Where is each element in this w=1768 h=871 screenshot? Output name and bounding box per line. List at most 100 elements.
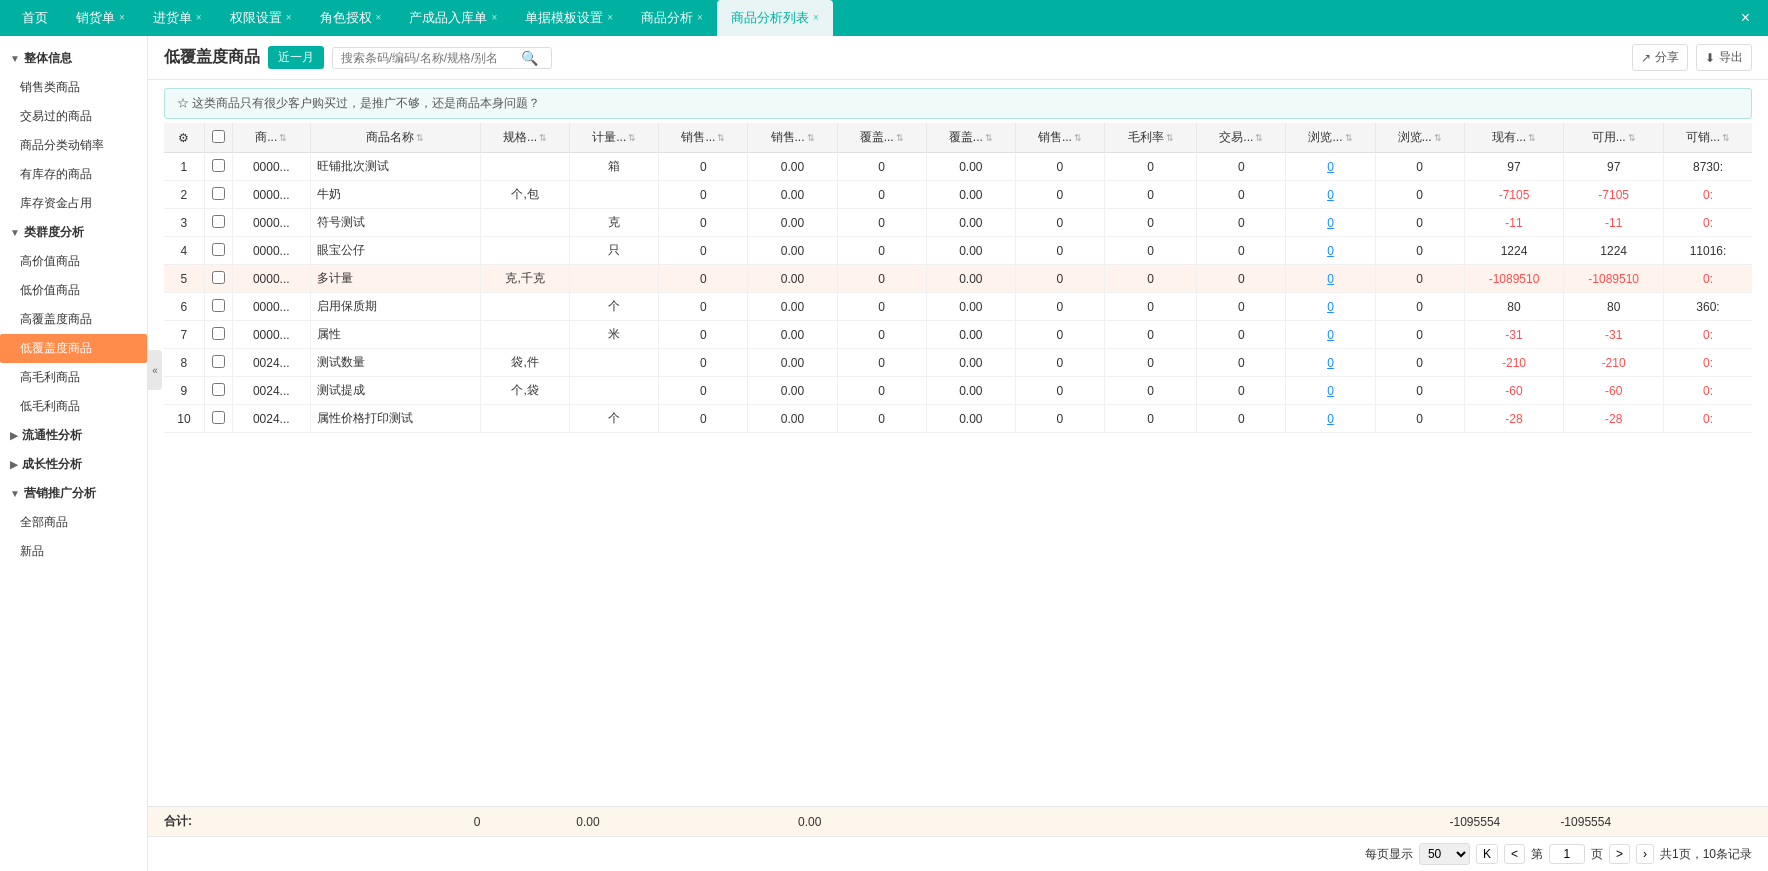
nav-production-close[interactable]: × bbox=[491, 0, 497, 36]
td-browse1[interactable]: 0 bbox=[1286, 293, 1375, 321]
nav-analysis-list-close[interactable]: × bbox=[813, 0, 819, 36]
sidebar-section-group[interactable]: ▼ 类群度分析 bbox=[0, 218, 147, 247]
nav-sales-close[interactable]: × bbox=[119, 0, 125, 36]
td-s1: 0 bbox=[659, 265, 748, 293]
nav-roles-close[interactable]: × bbox=[376, 0, 382, 36]
td-s3: 0 bbox=[1015, 209, 1104, 237]
nav-template[interactable]: 单据模板设置 × bbox=[511, 0, 627, 36]
search-input[interactable] bbox=[341, 51, 521, 65]
nav-permissions-close[interactable]: × bbox=[286, 0, 292, 36]
td-browse1[interactable]: 0 bbox=[1286, 209, 1375, 237]
th-unit[interactable]: 计量...⇅ bbox=[570, 123, 659, 153]
th-name[interactable]: 商品名称⇅ bbox=[310, 123, 480, 153]
sidebar-item-category-rate[interactable]: 商品分类动销率 bbox=[0, 131, 147, 160]
td-checkbox[interactable] bbox=[204, 265, 232, 293]
td-checkbox[interactable] bbox=[204, 209, 232, 237]
search-icon[interactable]: 🔍 bbox=[521, 50, 538, 66]
td-browse1[interactable]: 0 bbox=[1286, 405, 1375, 433]
td-checkbox[interactable] bbox=[204, 293, 232, 321]
td-checkbox[interactable] bbox=[204, 321, 232, 349]
sidebar-item-high-margin[interactable]: 高毛利商品 bbox=[0, 363, 147, 392]
td-browse1[interactable]: 0 bbox=[1286, 181, 1375, 209]
content-area: « 低覆盖度商品 近一月 🔍 ↗ 分享 ⬇ 导出 ☆ 这 bbox=[148, 36, 1768, 871]
sidebar-item-high-value[interactable]: 高价值商品 bbox=[0, 247, 147, 276]
td-gross: 0 bbox=[1105, 377, 1197, 405]
sidebar-item-low-coverage[interactable]: 低覆盖度商品 bbox=[0, 334, 147, 363]
td-browse1[interactable]: 0 bbox=[1286, 153, 1375, 181]
export-button[interactable]: ⬇ 导出 bbox=[1696, 44, 1752, 71]
nav-analysis[interactable]: 商品分析 × bbox=[627, 0, 717, 36]
nav-analysis-list[interactable]: 商品分析列表 × bbox=[717, 0, 833, 36]
th-sales2[interactable]: 销售...⇅ bbox=[748, 123, 837, 153]
sidebar-section-growth[interactable]: ▶ 成长性分析 bbox=[0, 450, 147, 479]
td-checkbox[interactable] bbox=[204, 153, 232, 181]
th-checkbox[interactable] bbox=[204, 123, 232, 153]
sidebar-section-marketing[interactable]: ▼ 营销推广分析 bbox=[0, 479, 147, 508]
sidebar-item-sales-goods[interactable]: 销售类商品 bbox=[0, 73, 147, 102]
th-sales1[interactable]: 销售...⇅ bbox=[659, 123, 748, 153]
td-c1: 0 bbox=[837, 181, 926, 209]
th-browse2[interactable]: 浏览...⇅ bbox=[1375, 123, 1464, 153]
td-s2: 0.00 bbox=[748, 321, 837, 349]
td-tx: 0 bbox=[1197, 349, 1286, 377]
next-page-btn[interactable]: > bbox=[1609, 844, 1630, 864]
sidebar-item-low-value[interactable]: 低价值商品 bbox=[0, 276, 147, 305]
td-browse1[interactable]: 0 bbox=[1286, 265, 1375, 293]
th-cover1[interactable]: 覆盖...⇅ bbox=[837, 123, 926, 153]
table-row: 1 0000... 旺铺批次测试 箱 0 0.00 0 0.00 0 0 0 0… bbox=[164, 153, 1752, 181]
nav-roles[interactable]: 角色授权 × bbox=[306, 0, 396, 36]
td-browse2: 0 bbox=[1375, 321, 1464, 349]
td-checkbox[interactable] bbox=[204, 349, 232, 377]
th-sales3[interactable]: 销售...⇅ bbox=[1015, 123, 1104, 153]
select-all-checkbox[interactable] bbox=[212, 130, 225, 143]
nav-purchase-close[interactable]: × bbox=[196, 0, 202, 36]
td-browse1[interactable]: 0 bbox=[1286, 237, 1375, 265]
per-page-select[interactable]: 50 100 200 bbox=[1419, 843, 1470, 865]
th-browse1[interactable]: 浏览...⇅ bbox=[1286, 123, 1375, 153]
window-close-btn[interactable]: × bbox=[1731, 9, 1760, 27]
nav-sales[interactable]: 销货单 × bbox=[62, 0, 139, 36]
nav-purchase[interactable]: 进货单 × bbox=[139, 0, 216, 36]
sidebar-item-new-goods[interactable]: 新品 bbox=[0, 537, 147, 566]
th-gross[interactable]: 毛利率⇅ bbox=[1105, 123, 1197, 153]
sidebar-item-stock-goods[interactable]: 有库存的商品 bbox=[0, 160, 147, 189]
nav-analysis-close[interactable]: × bbox=[697, 0, 703, 36]
th-code[interactable]: 商...⇅ bbox=[232, 123, 310, 153]
th-cover2[interactable]: 覆盖...⇅ bbox=[926, 123, 1015, 153]
sidebar-section-flow[interactable]: ▶ 流通性分析 bbox=[0, 421, 147, 450]
td-checkbox[interactable] bbox=[204, 377, 232, 405]
nav-permissions[interactable]: 权限设置 × bbox=[216, 0, 306, 36]
sidebar-item-all-goods[interactable]: 全部商品 bbox=[0, 508, 147, 537]
td-s1: 0 bbox=[659, 153, 748, 181]
sidebar-section-overall[interactable]: ▼ 整体信息 bbox=[0, 44, 147, 73]
sidebar-item-traded-goods[interactable]: 交易过的商品 bbox=[0, 102, 147, 131]
period-button[interactable]: 近一月 bbox=[268, 46, 324, 69]
th-spec[interactable]: 规格...⇅ bbox=[481, 123, 570, 153]
last-page-btn[interactable]: › bbox=[1636, 844, 1654, 864]
footer-label: 合计: bbox=[164, 813, 192, 830]
td-browse1[interactable]: 0 bbox=[1286, 349, 1375, 377]
first-page-btn[interactable]: K bbox=[1476, 844, 1498, 864]
nav-template-close[interactable]: × bbox=[607, 0, 613, 36]
td-checkbox[interactable] bbox=[204, 405, 232, 433]
td-browse1[interactable]: 0 bbox=[1286, 321, 1375, 349]
prev-page-btn[interactable]: < bbox=[1504, 844, 1525, 864]
sidebar-item-high-coverage[interactable]: 高覆盖度商品 bbox=[0, 305, 147, 334]
page-input[interactable] bbox=[1549, 844, 1585, 864]
td-browse1[interactable]: 0 bbox=[1286, 377, 1375, 405]
td-checkbox[interactable] bbox=[204, 237, 232, 265]
th-settings[interactable]: ⚙ bbox=[164, 123, 204, 153]
th-stock1[interactable]: 现有...⇅ bbox=[1464, 123, 1564, 153]
td-c1: 0 bbox=[837, 209, 926, 237]
sidebar-collapse-btn[interactable]: « bbox=[148, 350, 162, 390]
td-no: 1 bbox=[164, 153, 204, 181]
sidebar-item-stock-capital[interactable]: 库存资金占用 bbox=[0, 189, 147, 218]
th-trade[interactable]: 交易...⇅ bbox=[1197, 123, 1286, 153]
td-checkbox[interactable] bbox=[204, 181, 232, 209]
nav-production[interactable]: 产成品入库单 × bbox=[395, 0, 511, 36]
th-stock2[interactable]: 可用...⇅ bbox=[1564, 123, 1664, 153]
share-button[interactable]: ↗ 分享 bbox=[1632, 44, 1688, 71]
sidebar-item-low-margin[interactable]: 低毛利商品 bbox=[0, 392, 147, 421]
th-stock3[interactable]: 可销...⇅ bbox=[1663, 123, 1752, 153]
nav-home[interactable]: 首页 bbox=[8, 0, 62, 36]
